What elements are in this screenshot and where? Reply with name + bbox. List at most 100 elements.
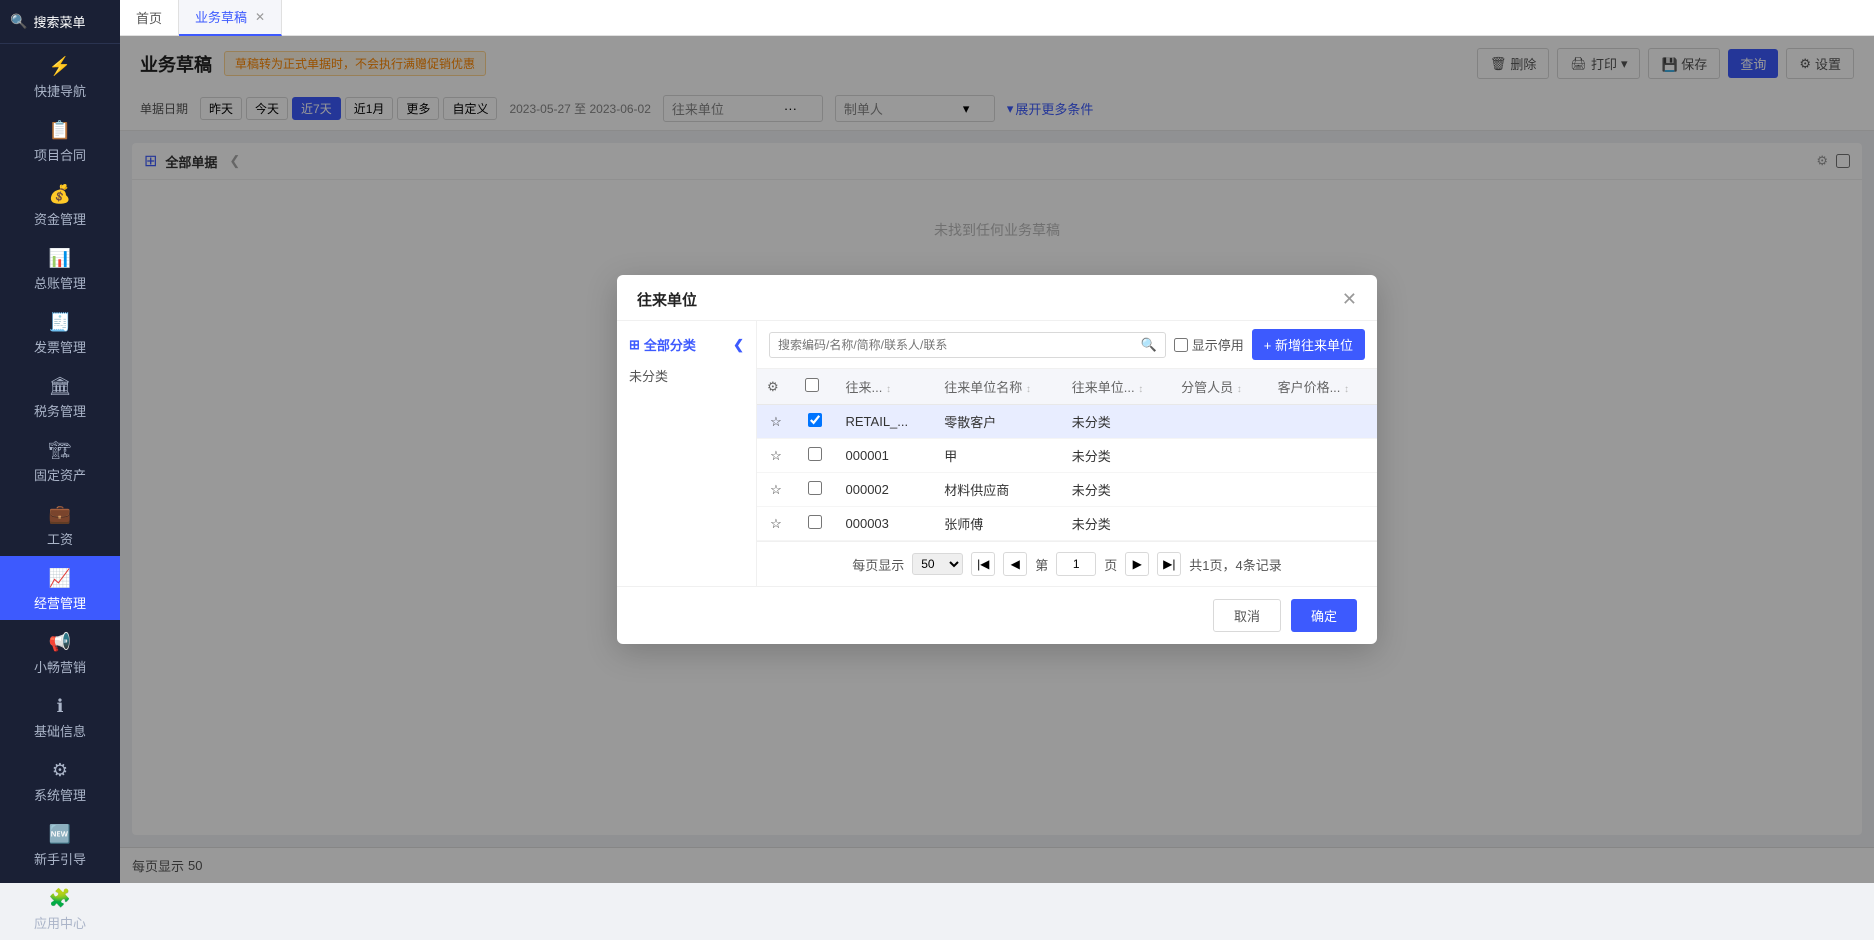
row-price-3	[1268, 473, 1377, 507]
row-code-2: 000001	[836, 439, 935, 473]
dialog-search-wrap[interactable]: 🔍	[769, 332, 1166, 358]
per-page-select[interactable]: 50 100	[912, 553, 963, 575]
row-checkbox-4[interactable]	[808, 515, 822, 529]
dialog-right-panel: 🔍 显示停用 + 新增往来单位	[757, 321, 1377, 586]
search-icon: 🔍	[10, 13, 27, 30]
col-settings: ⚙	[757, 369, 795, 405]
row-category-3: 未分类	[1062, 473, 1171, 507]
confirm-btn[interactable]: 确定	[1291, 599, 1357, 632]
col-manager-header[interactable]: 分管人员 ↕	[1171, 369, 1267, 405]
row-name-4: 张师傅	[934, 507, 1062, 541]
table-row[interactable]: ☆ RETAIL_... 零散客户 未分类	[757, 405, 1377, 439]
confirm-label: 确定	[1311, 609, 1337, 624]
operations-icon: 📈	[49, 568, 71, 589]
sidebar-item-accounting[interactable]: 📊总账管理	[0, 236, 120, 300]
salary-icon: 💼	[49, 504, 71, 525]
sidebar-item-fund-management[interactable]: 💰资金管理	[0, 172, 120, 236]
fixed-assets-label: 固定资产	[34, 465, 86, 484]
sidebar-item-basic-info[interactable]: ℹ基础信息	[0, 684, 120, 748]
table-row[interactable]: ☆ 000002 材料供应商 未分类	[757, 473, 1377, 507]
category-unclassified[interactable]: 未分类	[617, 360, 756, 391]
settings-icon-col: ⚙	[767, 379, 779, 394]
app-center-icon: 🧩	[49, 888, 71, 909]
row-price-1	[1268, 405, 1377, 439]
cancel-label: 取消	[1234, 609, 1260, 624]
col-name-header[interactable]: 往来单位名称 ↕	[934, 369, 1062, 405]
marketing-icon: 📢	[49, 632, 71, 653]
sidebar-item-operations[interactable]: 📈 经营管理	[0, 556, 120, 620]
first-page-btn[interactable]: |◀	[971, 552, 995, 576]
row-code-4: 000003	[836, 507, 935, 541]
system-icon: ⚙	[52, 760, 68, 781]
table-row[interactable]: ☆ 000001 甲 未分类	[757, 439, 1377, 473]
row-checkbox-3[interactable]	[808, 481, 822, 495]
sidebar-item-quick-nav[interactable]: ⚡快捷导航	[0, 44, 120, 108]
row-manager-3	[1171, 473, 1267, 507]
category-unclassified-label: 未分类	[629, 369, 668, 384]
row-name-2: 甲	[934, 439, 1062, 473]
invoice-label: 发票管理	[34, 337, 86, 356]
sidebar-item-salary[interactable]: 💼 工资	[0, 492, 120, 556]
page-label2: 页	[1104, 555, 1117, 574]
cancel-btn[interactable]: 取消	[1213, 599, 1281, 632]
sidebar-item-marketing[interactable]: 📢 小畅营销	[0, 620, 120, 684]
row-checkbox-1[interactable]	[808, 413, 822, 427]
search-menu-btn[interactable]: 🔍 搜索菜单	[0, 0, 120, 44]
sidebar-item-invoice[interactable]: 🧾 发票管理	[0, 300, 120, 364]
row-check-2	[795, 439, 836, 473]
sidebar-item-project-contract[interactable]: 📋项目合同	[0, 108, 120, 172]
new-guide-label: 新手引导	[34, 849, 86, 868]
dialog-toolbar: 🔍 显示停用 + 新增往来单位	[757, 321, 1377, 369]
per-page-label: 每页显示	[852, 555, 904, 574]
dialog-footer: 取消 确定	[617, 586, 1377, 644]
dialog-body: ⊞ 全部分类 ❮ 未分类	[617, 321, 1377, 586]
dialog-header: 往来单位 ✕	[617, 275, 1377, 321]
sidebar-item-new-guide[interactable]: 🆕 新手引导	[0, 812, 120, 876]
new-guide-icon: 🆕	[49, 824, 71, 845]
tabbar: 首页 业务草稿 ✕	[120, 0, 1874, 36]
sidebar-item-fixed-assets[interactable]: 🏗固定资产	[0, 428, 120, 492]
next-page-btn[interactable]: ▶	[1125, 552, 1149, 576]
salary-label: 工资	[47, 529, 73, 548]
col-code-header[interactable]: 往来... ↕	[836, 369, 935, 405]
show-disabled-checkbox[interactable]	[1174, 338, 1188, 352]
tax-label: 税务管理	[34, 401, 86, 420]
row-star-icon: ☆	[770, 482, 782, 497]
operations-label: 经营管理	[34, 593, 86, 612]
tab-draft-label: 业务草稿	[195, 7, 247, 26]
row-settings-4: ☆	[757, 507, 795, 541]
marketing-label: 小畅营销	[34, 657, 86, 676]
counterparty-dialog: 往来单位 ✕ ⊞ 全部分类 ❮ 未分类	[617, 275, 1377, 644]
col-check	[795, 369, 836, 405]
row-category-4: 未分类	[1062, 507, 1171, 541]
table-row[interactable]: ☆ 000003 张师傅 未分类	[757, 507, 1377, 541]
total-info: 共1页，4条记录	[1189, 555, 1281, 574]
row-checkbox-2[interactable]	[808, 447, 822, 461]
dialog-search-icon: 🔍	[1141, 337, 1157, 353]
category-header-btn[interactable]: ⊞ 全部分类 ❮	[617, 329, 756, 360]
row-star-icon: ☆	[770, 414, 782, 429]
row-settings-1: ☆	[757, 405, 795, 439]
invoice-icon: 🧾	[49, 312, 71, 333]
last-page-btn[interactable]: ▶|	[1157, 552, 1181, 576]
row-price-4	[1268, 507, 1377, 541]
tab-home[interactable]: 首页	[120, 0, 179, 36]
row-manager-1	[1171, 405, 1267, 439]
tab-draft[interactable]: 业务草稿 ✕	[179, 0, 282, 36]
dialog-close-btn[interactable]: ✕	[1342, 289, 1357, 310]
dialog-search-input[interactable]	[778, 338, 1137, 352]
sidebar-item-app-center[interactable]: 🧩应用中心	[0, 876, 120, 940]
tab-draft-close[interactable]: ✕	[255, 10, 265, 24]
tab-home-label: 首页	[136, 8, 162, 27]
sidebar-item-tax[interactable]: 🏛税务管理	[0, 364, 120, 428]
table-select-all[interactable]	[805, 378, 819, 392]
prev-page-btn[interactable]: ◀	[1003, 552, 1027, 576]
row-manager-2	[1171, 439, 1267, 473]
new-counterparty-btn[interactable]: + 新增往来单位	[1252, 329, 1365, 360]
page-input[interactable]	[1056, 552, 1096, 576]
sidebar-item-system[interactable]: ⚙系统管理	[0, 748, 120, 812]
col-category-header[interactable]: 往来单位... ↕	[1062, 369, 1171, 405]
row-settings-2: ☆	[757, 439, 795, 473]
col-price-header[interactable]: 客户价格... ↕	[1268, 369, 1377, 405]
quick-nav-label: 快捷导航	[34, 81, 86, 100]
